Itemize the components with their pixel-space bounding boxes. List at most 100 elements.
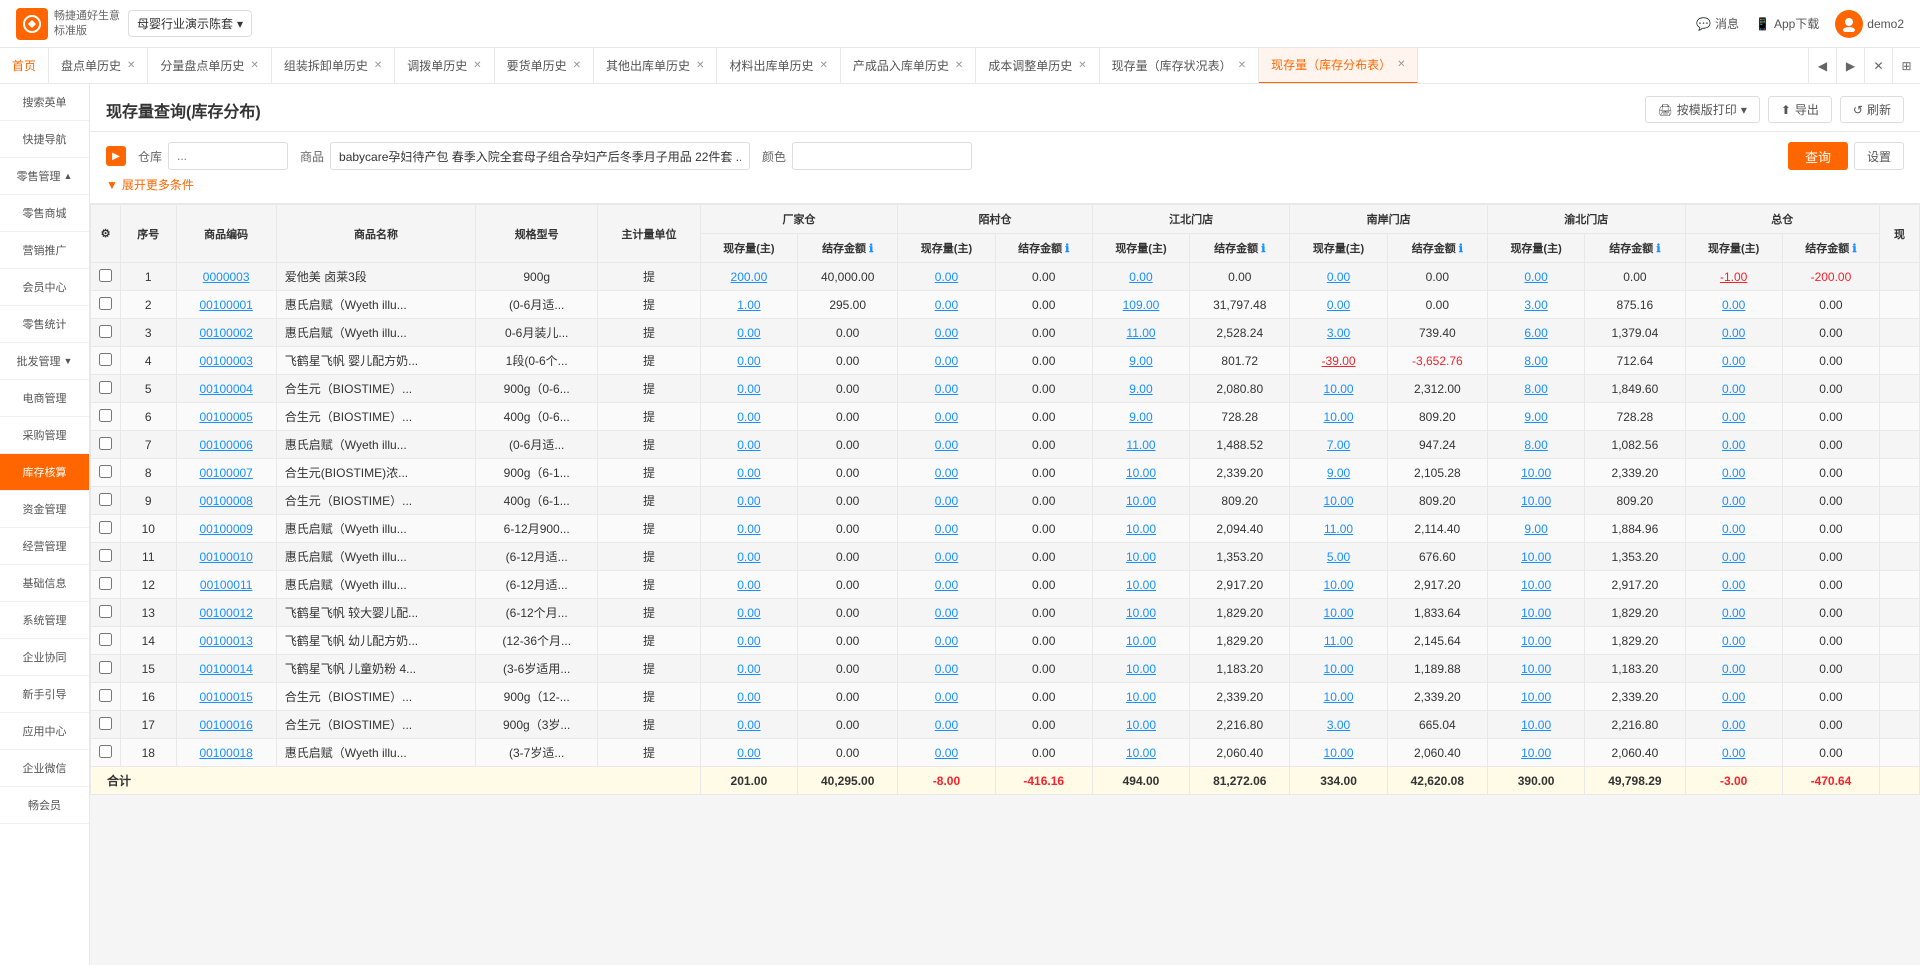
td-jb-cur[interactable]: 9.00	[1092, 403, 1189, 431]
sidebar-item-basic-info[interactable]: 基础信息	[0, 565, 89, 602]
td-jb-cur[interactable]: 10.00	[1092, 459, 1189, 487]
td-na-cur[interactable]: 0.00	[1290, 263, 1387, 291]
td-ybk-cur[interactable]: 10.00	[1487, 683, 1584, 711]
message-btn[interactable]: 💬 消息	[1696, 15, 1739, 32]
td-code[interactable]: 00100007	[176, 459, 276, 487]
td-total-cur[interactable]: 0.00	[1685, 739, 1782, 767]
td-checkbox[interactable]	[91, 263, 121, 291]
td-total-cur[interactable]: 0.00	[1685, 459, 1782, 487]
td-mts-cur[interactable]: 0.00	[898, 739, 995, 767]
td-checkbox[interactable]	[91, 739, 121, 767]
tab-3[interactable]: 组装拆卸单历史 ✕	[272, 48, 395, 84]
td-code[interactable]: 00100016	[176, 711, 276, 739]
sidebar-item-finance[interactable]: 资金管理	[0, 491, 89, 528]
sidebar-item-wholesale[interactable]: 批发管理 ▼	[0, 343, 89, 380]
td-code[interactable]: 00100009	[176, 515, 276, 543]
td-jb-cur[interactable]: 11.00	[1092, 319, 1189, 347]
sidebar-item-marketing[interactable]: 营销推广	[0, 232, 89, 269]
color-input[interactable]	[792, 142, 972, 170]
sidebar-item-member2[interactable]: 畅会员	[0, 787, 89, 824]
td-total-cur[interactable]: 0.00	[1685, 431, 1782, 459]
td-jb-cur[interactable]: 9.00	[1092, 347, 1189, 375]
td-na-cur[interactable]: 10.00	[1290, 571, 1387, 599]
close-icon[interactable]: ✕	[955, 60, 963, 71]
sidebar-item-ecommerce[interactable]: 电商管理	[0, 380, 89, 417]
td-na-cur[interactable]: 10.00	[1290, 739, 1387, 767]
td-mts-cur[interactable]: 0.00	[898, 375, 995, 403]
td-factory-cur[interactable]: 0.00	[700, 739, 797, 767]
td-jb-cur[interactable]: 10.00	[1092, 711, 1189, 739]
td-checkbox[interactable]	[91, 431, 121, 459]
close-icon[interactable]: ✕	[819, 60, 827, 71]
td-jb-cur[interactable]: 0.00	[1092, 263, 1189, 291]
td-checkbox[interactable]	[91, 655, 121, 683]
td-code[interactable]: 00100001	[176, 291, 276, 319]
sidebar-item-nav[interactable]: 快捷导航	[0, 121, 89, 158]
td-ybk-cur[interactable]: 8.00	[1487, 347, 1584, 375]
td-mts-cur[interactable]: 0.00	[898, 599, 995, 627]
td-factory-cur[interactable]: 0.00	[700, 319, 797, 347]
td-factory-cur[interactable]: 1.00	[700, 291, 797, 319]
td-checkbox[interactable]	[91, 627, 121, 655]
td-factory-cur[interactable]: 0.00	[700, 627, 797, 655]
td-ybk-cur[interactable]: 9.00	[1487, 515, 1584, 543]
td-ybk-cur[interactable]: 6.00	[1487, 319, 1584, 347]
td-total-cur[interactable]: 0.00	[1685, 515, 1782, 543]
expand-conditions-btn[interactable]: ▼ 展开更多条件	[106, 176, 1904, 193]
sidebar-item-retail-shop[interactable]: 零售商城	[0, 195, 89, 232]
td-jb-cur[interactable]: 10.00	[1092, 627, 1189, 655]
td-ybk-cur[interactable]: 10.00	[1487, 459, 1584, 487]
td-na-cur[interactable]: 9.00	[1290, 459, 1387, 487]
td-code[interactable]: 0000003	[176, 263, 276, 291]
td-factory-cur[interactable]: 0.00	[700, 431, 797, 459]
td-ybk-cur[interactable]: 10.00	[1487, 711, 1584, 739]
td-ybk-cur[interactable]: 10.00	[1487, 627, 1584, 655]
td-factory-cur[interactable]: 0.00	[700, 571, 797, 599]
td-na-cur[interactable]: 11.00	[1290, 627, 1387, 655]
td-checkbox[interactable]	[91, 403, 121, 431]
td-code[interactable]: 00100008	[176, 487, 276, 515]
td-total-cur[interactable]: 0.00	[1685, 627, 1782, 655]
close-icon[interactable]: ✕	[250, 60, 258, 71]
td-code[interactable]: 00100004	[176, 375, 276, 403]
query-btn[interactable]: 查询	[1788, 142, 1848, 170]
sidebar-item-operations[interactable]: 经营管理	[0, 528, 89, 565]
td-total-cur[interactable]: 0.00	[1685, 487, 1782, 515]
td-factory-cur[interactable]: 0.00	[700, 347, 797, 375]
td-ybk-cur[interactable]: 10.00	[1487, 571, 1584, 599]
td-code[interactable]: 00100013	[176, 627, 276, 655]
td-factory-cur[interactable]: 0.00	[700, 711, 797, 739]
td-ybk-cur[interactable]: 10.00	[1487, 739, 1584, 767]
sidebar-item-search[interactable]: 搜索英单	[0, 84, 89, 121]
close-icon[interactable]: ✕	[1238, 60, 1246, 71]
td-code[interactable]: 00100018	[176, 739, 276, 767]
app-download-btn[interactable]: 📱 App下载	[1755, 15, 1819, 32]
close-icon[interactable]: ✕	[127, 60, 135, 71]
td-factory-cur[interactable]: 200.00	[700, 263, 797, 291]
td-mts-cur[interactable]: 0.00	[898, 655, 995, 683]
td-na-cur[interactable]: 10.00	[1290, 403, 1387, 431]
tab-11-active[interactable]: 现存量（库存分布表） ✕	[1259, 48, 1418, 84]
close-icon[interactable]: ✕	[1078, 60, 1086, 71]
td-code[interactable]: 00100003	[176, 347, 276, 375]
td-na-cur[interactable]: 3.00	[1290, 319, 1387, 347]
td-na-cur[interactable]: 5.00	[1290, 543, 1387, 571]
td-mts-cur[interactable]: 0.00	[898, 291, 995, 319]
sidebar-item-retail-stats[interactable]: 零售统计	[0, 306, 89, 343]
td-total-cur[interactable]: 0.00	[1685, 655, 1782, 683]
tab-6[interactable]: 其他出库单历史 ✕	[594, 48, 717, 84]
td-total-cur[interactable]: 0.00	[1685, 711, 1782, 739]
td-total-cur[interactable]: 0.00	[1685, 571, 1782, 599]
td-code[interactable]: 00100002	[176, 319, 276, 347]
tab-2[interactable]: 分量盘点单历史 ✕	[148, 48, 271, 84]
td-checkbox[interactable]	[91, 599, 121, 627]
td-total-cur[interactable]: 0.00	[1685, 347, 1782, 375]
td-mts-cur[interactable]: 0.00	[898, 571, 995, 599]
td-jb-cur[interactable]: 10.00	[1092, 599, 1189, 627]
td-ybk-cur[interactable]: 0.00	[1487, 263, 1584, 291]
td-na-cur[interactable]: 10.00	[1290, 375, 1387, 403]
sidebar-item-retail-mgmt[interactable]: 零售管理 ▲	[0, 158, 89, 195]
td-factory-cur[interactable]: 0.00	[700, 375, 797, 403]
td-ybk-cur[interactable]: 8.00	[1487, 375, 1584, 403]
td-mts-cur[interactable]: 0.00	[898, 515, 995, 543]
